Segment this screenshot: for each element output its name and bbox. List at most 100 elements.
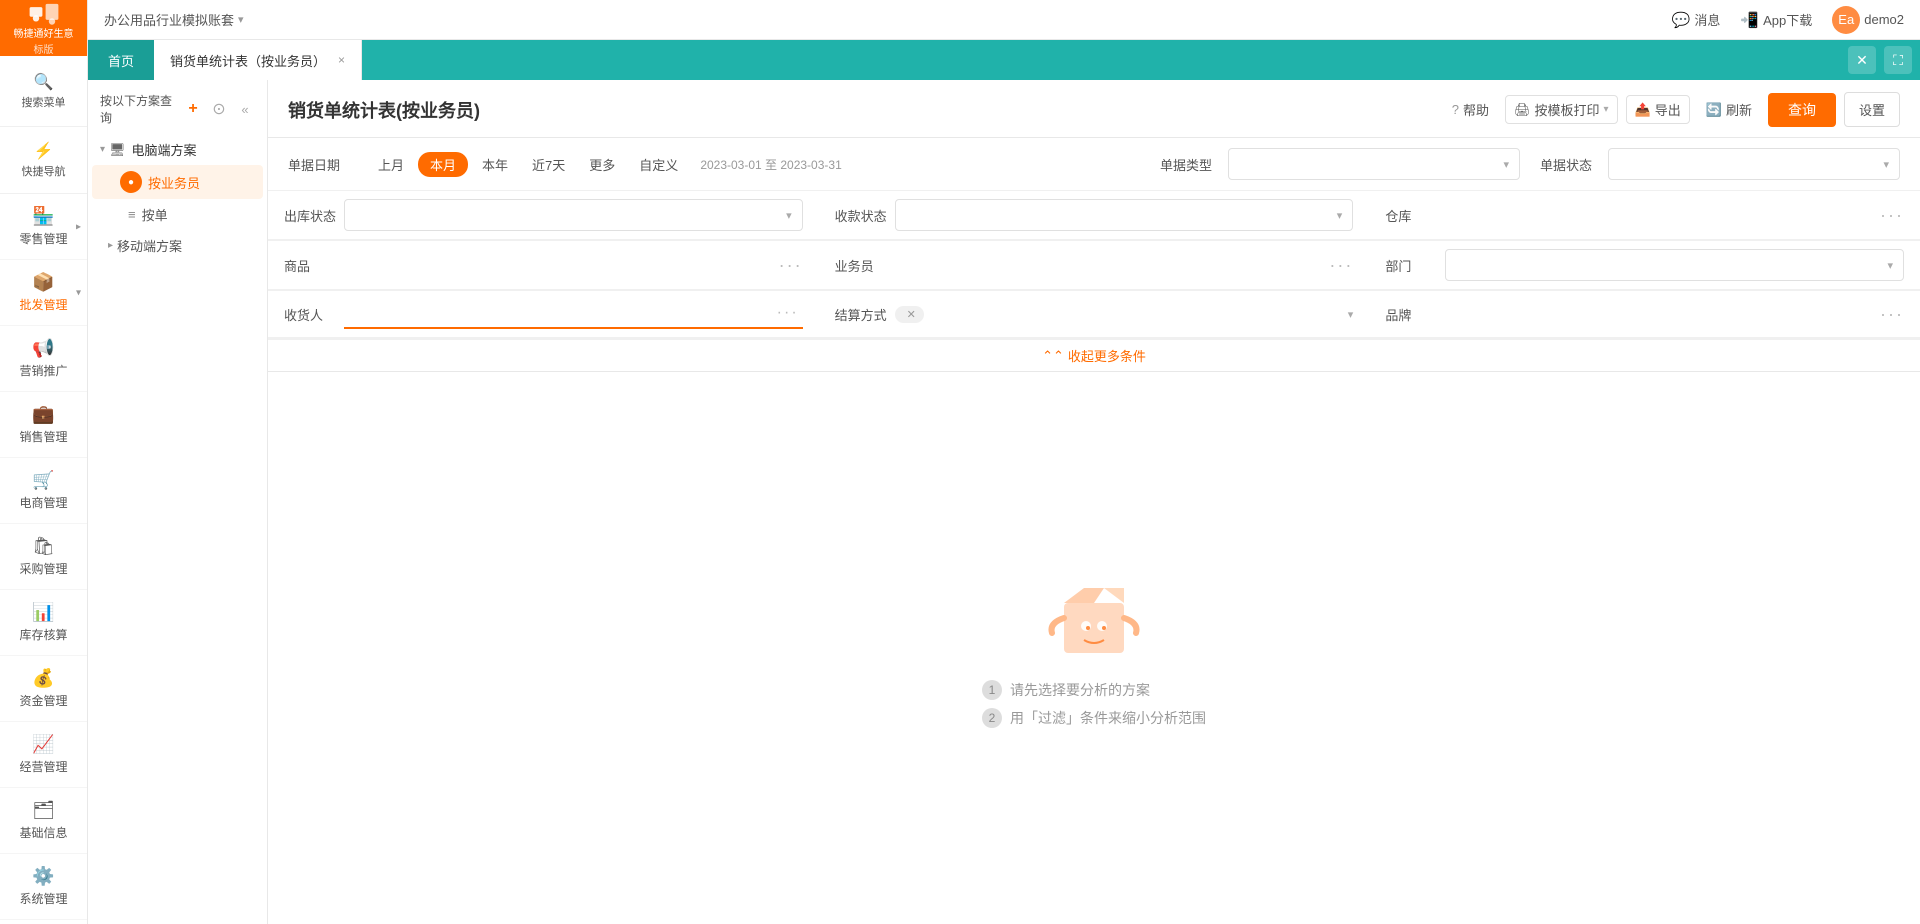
sidebar-item-retail[interactable]: 🏪 零售管理 ▸ (0, 194, 87, 260)
page-actions: ? 帮助 🖨 按模板打印 ▾ 📤 导出 🔄 刷新 (1444, 92, 1900, 127)
scheme-salesman-item[interactable]: ● 按业务员 (92, 165, 263, 199)
search-label: 搜索菜单 (22, 94, 66, 110)
tab-salesreport[interactable]: 销货单统计表（按业务员） × (154, 40, 362, 80)
date-tab-last-7[interactable]: 近7天 (522, 152, 575, 177)
consignee-dots[interactable]: ··· (777, 304, 799, 322)
goods-label: 商品 (284, 256, 344, 275)
empty-illustration (1034, 568, 1154, 668)
sidebar-item-inventory[interactable]: 📊 库存核算 (0, 590, 87, 656)
desktop-scheme-toggle[interactable]: ▾ 🖥 电脑端方案 (92, 134, 263, 165)
app-download-btn[interactable]: 📲 App下载 (1740, 10, 1812, 29)
brand-input[interactable]: ··· (1445, 304, 1904, 325)
basic-icon: 🗂 (32, 800, 55, 821)
query-btn[interactable]: 查询 (1768, 93, 1836, 127)
sidebar-item-enterprise[interactable]: 🤝 企业协同 (0, 920, 87, 924)
sidebar-item-marketing[interactable]: 📢 营销推广 (0, 326, 87, 392)
wholesale-label: 批发管理 (19, 296, 67, 313)
payment-label: 结算方式 (835, 305, 895, 324)
warehouse-cell: 仓库 ··· (1369, 191, 1920, 240)
export-icon: 📤 (1635, 102, 1651, 118)
date-label: 单据日期 (288, 155, 348, 174)
app-subtitle: 标版 (34, 41, 54, 56)
dept-select[interactable]: ▾ (1445, 249, 1904, 281)
receive-status-select[interactable]: ▾ (895, 199, 1354, 231)
export-btn[interactable]: 📤 导出 (1626, 95, 1690, 124)
refresh-icon: 🔄 (1706, 102, 1722, 118)
collapse-bar[interactable]: ⌃⌃ 收起更多条件 (268, 339, 1920, 371)
wholesale-icon: 📦 (32, 272, 54, 293)
date-tab-this-year[interactable]: 本年 (472, 152, 518, 177)
quick-nav-btn[interactable]: ⚡ 快捷导航 (22, 135, 66, 185)
tab-close-icon[interactable]: × (338, 53, 345, 67)
tab-home[interactable]: 首页 (88, 40, 154, 80)
salesman-input[interactable]: ··· (895, 255, 1354, 276)
main-area: 办公用品行业模拟账套 ▾ 💬 消息 📲 App下载 Ea demo2 首页 (88, 0, 1920, 924)
sidebar-item-wholesale[interactable]: 📦 批发管理 ▾ (0, 260, 87, 326)
add-scheme-btn[interactable]: + (183, 99, 203, 119)
right-content: 销货单统计表(按业务员) ? 帮助 🖨 按模板打印 ▾ 📤 导出 (268, 80, 1920, 924)
consignee-text-input[interactable] (348, 306, 777, 321)
retail-label: 零售管理 (19, 230, 67, 247)
doc-type-arrow-icon: ▾ (1503, 158, 1509, 171)
scheme-by-order-item[interactable]: ≡ 按单 (92, 199, 263, 230)
tabbar: 首页 销货单统计表（按业务员） × ✕ ⛶ (88, 40, 1920, 80)
tab-minimize-btn[interactable]: ✕ (1848, 46, 1876, 74)
settings-btn[interactable]: 设置 (1844, 92, 1900, 127)
app-logo[interactable]: 畅捷通好生意 标版 (0, 0, 88, 56)
payment-tag-close-btn[interactable]: ✕ (907, 308, 916, 321)
brand-dots: ··· (1880, 304, 1904, 325)
date-tab-last-month[interactable]: 上月 (368, 152, 414, 177)
help-btn[interactable]: ? 帮助 (1444, 96, 1497, 123)
goods-input[interactable]: ··· (344, 255, 803, 276)
filter-row-4: 收货人 ··· 结算方式 ✕ ▾ (268, 291, 1920, 339)
basic-label: 基础信息 (19, 824, 67, 841)
avatar: Ea (1832, 6, 1860, 34)
content-area: 按以下方案查询 + ⊙ « ▾ 🖥 电脑端方案 (88, 80, 1920, 924)
app-name: 畅捷通好生意 (14, 29, 74, 41)
date-tab-custom[interactable]: 自定义 (629, 152, 688, 177)
out-status-label: 出库状态 (284, 206, 344, 225)
group-expand-icon: ▾ (100, 144, 105, 155)
consignee-input[interactable]: ··· (344, 299, 803, 329)
chevron-up-icon: ▾ (76, 287, 81, 298)
refresh-btn[interactable]: 🔄 刷新 (1698, 96, 1760, 123)
salesman-dots: ··· (1329, 255, 1353, 276)
tab-maximize-btn[interactable]: ⛶ (1884, 46, 1912, 74)
system-label: 系统管理 (19, 890, 67, 907)
help-icon: ? (1452, 102, 1459, 117)
finance-label: 资金管理 (19, 692, 67, 709)
consignee-label: 收货人 (284, 305, 344, 324)
industry-selector[interactable]: 办公用品行业模拟账套 ▾ (104, 10, 244, 29)
payment-arrow-icon: ▾ (1348, 308, 1354, 321)
help-label: 帮助 (1463, 100, 1489, 119)
sidebar-item-ecommerce[interactable]: 🛒 电商管理 (0, 458, 87, 524)
payment-tag: ✕ (895, 306, 924, 323)
print-btn[interactable]: 🖨 按模板打印 ▾ (1505, 95, 1618, 124)
sidebar-item-purchase[interactable]: 🛍 采购管理 (0, 524, 87, 590)
messages-btn[interactable]: 💬 消息 (1672, 10, 1721, 29)
warehouse-input[interactable]: ··· (1445, 205, 1904, 226)
mobile-scheme-toggle[interactable]: ▸ 移动端方案 (92, 230, 263, 261)
user-profile-btn[interactable]: Ea demo2 (1832, 6, 1904, 34)
doc-type-select[interactable]: ▾ (1228, 148, 1520, 180)
date-tab-this-month[interactable]: 本月 (418, 152, 468, 177)
search-menu-btn[interactable]: 🔍 搜索菜单 (22, 66, 66, 116)
dept-label: 部门 (1385, 256, 1445, 275)
collapse-panel-btn[interactable]: « (235, 99, 255, 119)
sidebar-item-finance[interactable]: 💰 资金管理 (0, 656, 87, 722)
collapse-up-icon: ⌃⌃ (1042, 348, 1064, 364)
print-arrow-icon: ▾ (1604, 104, 1609, 115)
warehouse-label: 仓库 (1385, 206, 1445, 225)
sidebar-item-basic[interactable]: 🗂 基础信息 (0, 788, 87, 854)
sidebar-item-operation[interactable]: 📈 经营管理 (0, 722, 87, 788)
retail-icon: 🏪 (32, 206, 54, 227)
doc-status-select[interactable]: ▾ (1608, 148, 1900, 180)
refresh-label: 刷新 (1726, 100, 1752, 119)
sidebar-item-system[interactable]: ⚙️ 系统管理 (0, 854, 87, 920)
date-tab-more[interactable]: 更多 (579, 152, 625, 177)
sidebar-item-sales[interactable]: 💼 销售管理 (0, 392, 87, 458)
ecommerce-label: 电商管理 (19, 494, 67, 511)
edit-scheme-btn[interactable]: ⊙ (209, 99, 229, 119)
industry-label: 办公用品行业模拟账套 (104, 10, 234, 29)
out-status-select[interactable]: ▾ (344, 199, 803, 231)
